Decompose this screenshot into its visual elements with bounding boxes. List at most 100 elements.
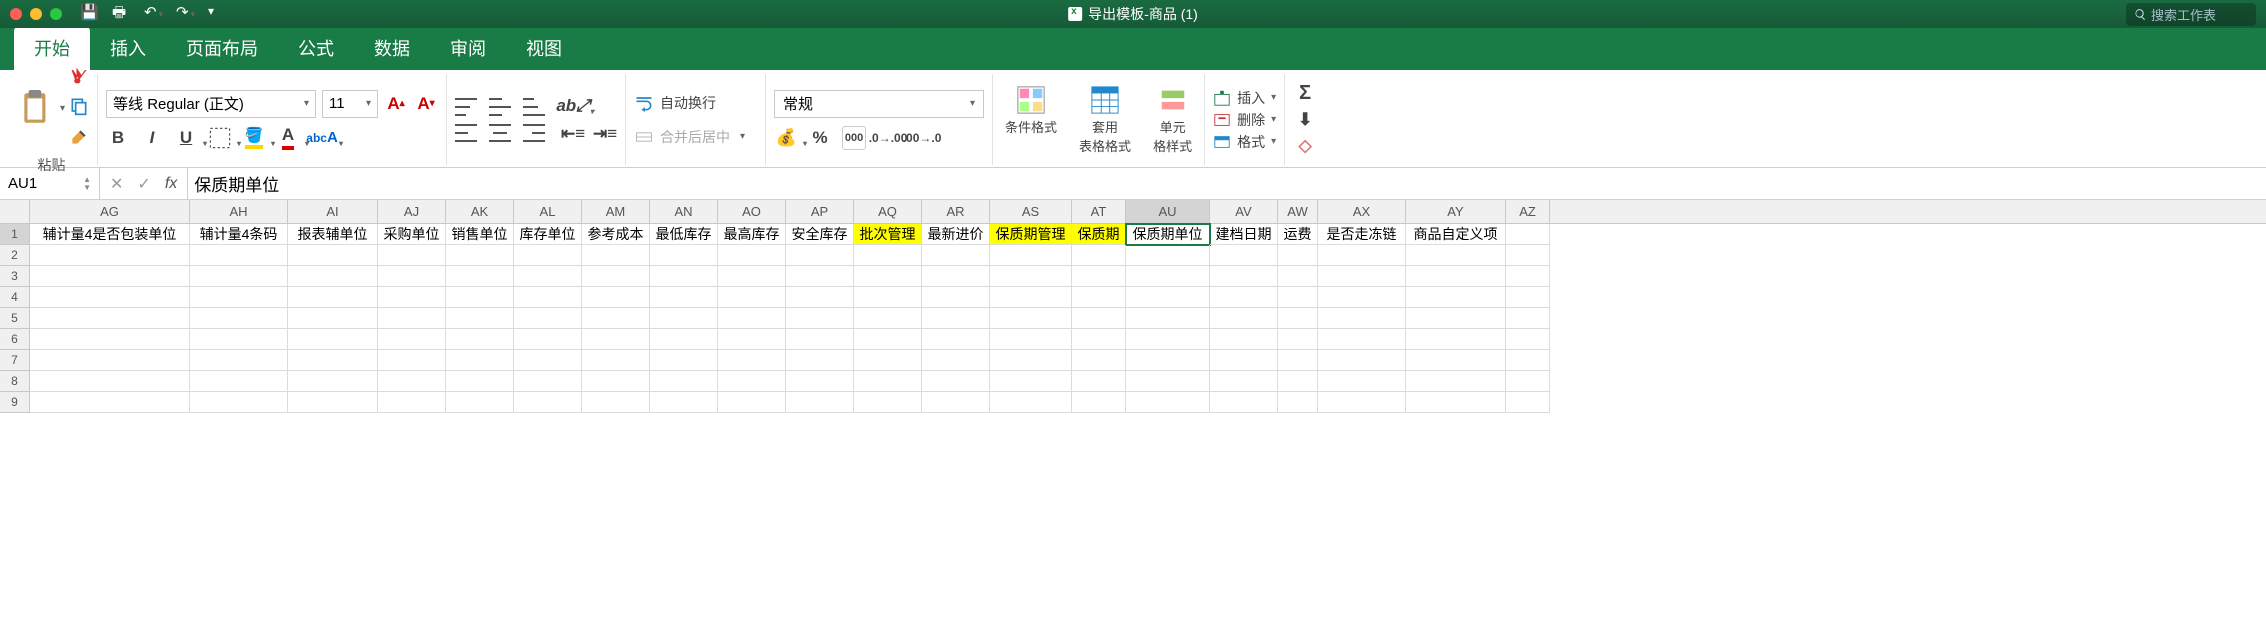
comma-button[interactable]: 000 bbox=[842, 126, 866, 150]
cell-AQ8[interactable] bbox=[854, 371, 922, 392]
cell-AO8[interactable] bbox=[718, 371, 786, 392]
font-name-select[interactable]: 等线 Regular (正文)▾ bbox=[106, 90, 316, 118]
cell-AW8[interactable] bbox=[1278, 371, 1318, 392]
cell-AY5[interactable] bbox=[1406, 308, 1506, 329]
cell-AH5[interactable] bbox=[190, 308, 288, 329]
insert-cells-button[interactable]: 插入▾ bbox=[1213, 88, 1276, 108]
cell-AS2[interactable] bbox=[990, 245, 1072, 266]
qat-customize-icon[interactable]: ▾ bbox=[208, 5, 226, 23]
cell-AG1[interactable]: 辅计量4是否包装单位 bbox=[30, 224, 190, 245]
cell-AS1[interactable]: 保质期管理 bbox=[990, 224, 1072, 245]
border-button[interactable] bbox=[208, 126, 232, 150]
cell-AL4[interactable] bbox=[514, 287, 582, 308]
col-header-AK[interactable]: AK bbox=[446, 200, 514, 223]
cell-AW4[interactable] bbox=[1278, 287, 1318, 308]
align-left-button[interactable] bbox=[455, 124, 477, 142]
copy-button[interactable] bbox=[69, 96, 89, 121]
increase-font-button[interactable]: A▴ bbox=[384, 92, 408, 116]
row-header-9[interactable]: 9 bbox=[0, 392, 30, 413]
cell-AR8[interactable] bbox=[922, 371, 990, 392]
cell-AJ5[interactable] bbox=[378, 308, 446, 329]
cell-AM2[interactable] bbox=[582, 245, 650, 266]
cell-AN2[interactable] bbox=[650, 245, 718, 266]
italic-button[interactable]: I bbox=[140, 126, 164, 150]
cell-AN4[interactable] bbox=[650, 287, 718, 308]
cell-AW3[interactable] bbox=[1278, 266, 1318, 287]
cell-AH6[interactable] bbox=[190, 329, 288, 350]
cell-AH2[interactable] bbox=[190, 245, 288, 266]
cell-AI5[interactable] bbox=[288, 308, 378, 329]
cell-AY4[interactable] bbox=[1406, 287, 1506, 308]
cell-AN3[interactable] bbox=[650, 266, 718, 287]
autosum-button[interactable]: Σ bbox=[1293, 82, 1317, 106]
cell-AZ6[interactable] bbox=[1506, 329, 1550, 350]
cell-AP8[interactable] bbox=[786, 371, 854, 392]
cell-AZ9[interactable] bbox=[1506, 392, 1550, 413]
name-box-stepper[interactable]: ▲▼ bbox=[83, 176, 91, 192]
format-painter-button[interactable] bbox=[69, 127, 89, 152]
fill-button[interactable]: ⬇ bbox=[1293, 108, 1317, 132]
align-top-button[interactable] bbox=[455, 98, 477, 116]
cancel-formula-button[interactable]: ✕ bbox=[110, 174, 123, 194]
cell-AO4[interactable] bbox=[718, 287, 786, 308]
currency-button[interactable]: 💰 bbox=[774, 126, 798, 150]
percent-button[interactable]: % bbox=[808, 126, 832, 150]
align-bottom-button[interactable] bbox=[523, 98, 545, 116]
cell-AK4[interactable] bbox=[446, 287, 514, 308]
print-icon[interactable]: 🖶 bbox=[112, 5, 130, 23]
cell-styles-button[interactable]: 单元 格样式 bbox=[1149, 83, 1196, 157]
cell-AM3[interactable] bbox=[582, 266, 650, 287]
cell-AM8[interactable] bbox=[582, 371, 650, 392]
cell-AK8[interactable] bbox=[446, 371, 514, 392]
cell-AW9[interactable] bbox=[1278, 392, 1318, 413]
row-header-8[interactable]: 8 bbox=[0, 371, 30, 392]
cell-AU5[interactable] bbox=[1126, 308, 1210, 329]
col-header-AS[interactable]: AS bbox=[990, 200, 1072, 223]
format-as-table-button[interactable]: 套用 表格格式 bbox=[1075, 83, 1135, 157]
cell-AG4[interactable] bbox=[30, 287, 190, 308]
undo-button[interactable]: ↶ bbox=[144, 5, 162, 23]
row-header-7[interactable]: 7 bbox=[0, 350, 30, 371]
col-header-AH[interactable]: AH bbox=[190, 200, 288, 223]
close-window-button[interactable] bbox=[10, 8, 22, 20]
cell-AV2[interactable] bbox=[1210, 245, 1278, 266]
cell-AH3[interactable] bbox=[190, 266, 288, 287]
select-all-corner[interactable] bbox=[0, 200, 30, 223]
cell-AN6[interactable] bbox=[650, 329, 718, 350]
cell-AZ7[interactable] bbox=[1506, 350, 1550, 371]
cell-AW6[interactable] bbox=[1278, 329, 1318, 350]
cell-AX6[interactable] bbox=[1318, 329, 1406, 350]
cell-AP7[interactable] bbox=[786, 350, 854, 371]
cell-AK2[interactable] bbox=[446, 245, 514, 266]
cell-AG6[interactable] bbox=[30, 329, 190, 350]
col-header-AO[interactable]: AO bbox=[718, 200, 786, 223]
cell-AV9[interactable] bbox=[1210, 392, 1278, 413]
cell-AY6[interactable] bbox=[1406, 329, 1506, 350]
cell-AU1[interactable]: 保质期单位 bbox=[1126, 224, 1210, 245]
cell-AO2[interactable] bbox=[718, 245, 786, 266]
phonetic-button[interactable]: abcA bbox=[310, 126, 334, 150]
number-format-select[interactable]: 常规▾ bbox=[774, 90, 984, 118]
cell-AN5[interactable] bbox=[650, 308, 718, 329]
cell-AU8[interactable] bbox=[1126, 371, 1210, 392]
cell-AV4[interactable] bbox=[1210, 287, 1278, 308]
cell-AT7[interactable] bbox=[1072, 350, 1126, 371]
align-center-button[interactable] bbox=[489, 124, 511, 142]
cell-AS6[interactable] bbox=[990, 329, 1072, 350]
cell-AQ6[interactable] bbox=[854, 329, 922, 350]
col-header-AM[interactable]: AM bbox=[582, 200, 650, 223]
merge-center-button[interactable]: 合并后居中 ▾ bbox=[634, 125, 745, 149]
cell-AX5[interactable] bbox=[1318, 308, 1406, 329]
cell-AY1[interactable]: 商品自定义项 bbox=[1406, 224, 1506, 245]
cell-AZ4[interactable] bbox=[1506, 287, 1550, 308]
tab-insert[interactable]: 插入 bbox=[90, 27, 166, 70]
cell-AP9[interactable] bbox=[786, 392, 854, 413]
cell-AI8[interactable] bbox=[288, 371, 378, 392]
cell-AO1[interactable]: 最高库存 bbox=[718, 224, 786, 245]
cell-AZ3[interactable] bbox=[1506, 266, 1550, 287]
cell-AR6[interactable] bbox=[922, 329, 990, 350]
cell-AG8[interactable] bbox=[30, 371, 190, 392]
cell-AL3[interactable] bbox=[514, 266, 582, 287]
cell-AK1[interactable]: 销售单位 bbox=[446, 224, 514, 245]
cell-AN1[interactable]: 最低库存 bbox=[650, 224, 718, 245]
